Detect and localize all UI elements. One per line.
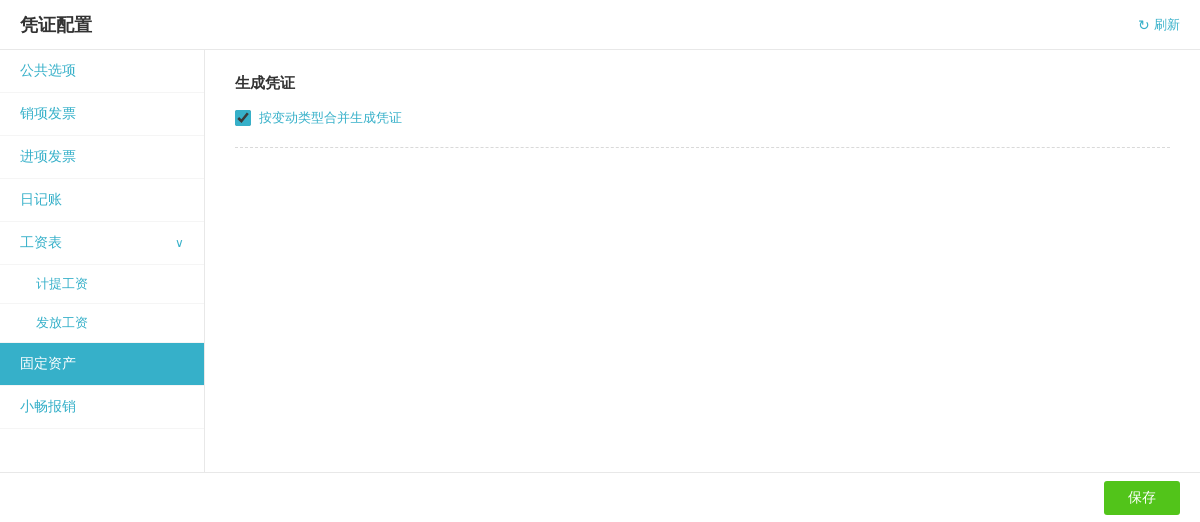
page-footer: 保存 [0,472,1200,522]
section-title: 生成凭证 [235,74,1170,93]
chevron-down-icon: ∨ [175,236,184,250]
merge-by-type-checkbox[interactable] [235,110,251,126]
sidebar-item-journal[interactable]: 日记账 [0,179,204,222]
sidebar-label: 发放工资 [36,315,88,330]
sidebar-item-public-options[interactable]: 公共选项 [0,50,204,93]
refresh-label: 刷新 [1154,16,1180,34]
sidebar-label: 固定资产 [20,355,76,373]
sidebar-item-purchase-invoice[interactable]: 进项发票 [0,136,204,179]
sidebar-item-payroll-issue[interactable]: 发放工资 [0,304,204,343]
main-layout: 公共选项 销项发票 进项发票 日记账 工资表 ∨ 计提工资 发放工资 固定资产 … [0,50,1200,472]
sidebar-item-sales-invoice[interactable]: 销项发票 [0,93,204,136]
sidebar-label: 销项发票 [20,105,76,123]
merge-by-type-label[interactable]: 按变动类型合并生成凭证 [259,109,402,127]
page-title: 凭证配置 [20,13,92,37]
sidebar-label: 日记账 [20,191,62,209]
refresh-icon: ↻ [1138,17,1150,33]
sidebar: 公共选项 销项发票 进项发票 日记账 工资表 ∨ 计提工资 发放工资 固定资产 … [0,50,205,472]
page-header: 凭证配置 ↻ 刷新 [0,0,1200,50]
checkbox-row: 按变动类型合并生成凭证 [235,109,1170,127]
section-divider [235,147,1170,148]
sidebar-item-payroll-accrual[interactable]: 计提工资 [0,265,204,304]
content-area: 生成凭证 按变动类型合并生成凭证 [205,50,1200,472]
sidebar-label: 进项发票 [20,148,76,166]
sidebar-item-payroll[interactable]: 工资表 ∨ [0,222,204,265]
sidebar-item-fixed-assets[interactable]: 固定资产 [0,343,204,386]
sidebar-label: 计提工资 [36,276,88,291]
sidebar-label: 小畅报销 [20,398,76,416]
sidebar-label: 工资表 [20,234,62,252]
sidebar-item-expense-claim[interactable]: 小畅报销 [0,386,204,429]
save-button[interactable]: 保存 [1104,481,1180,515]
refresh-button[interactable]: ↻ 刷新 [1138,16,1180,34]
sidebar-label: 公共选项 [20,62,76,80]
